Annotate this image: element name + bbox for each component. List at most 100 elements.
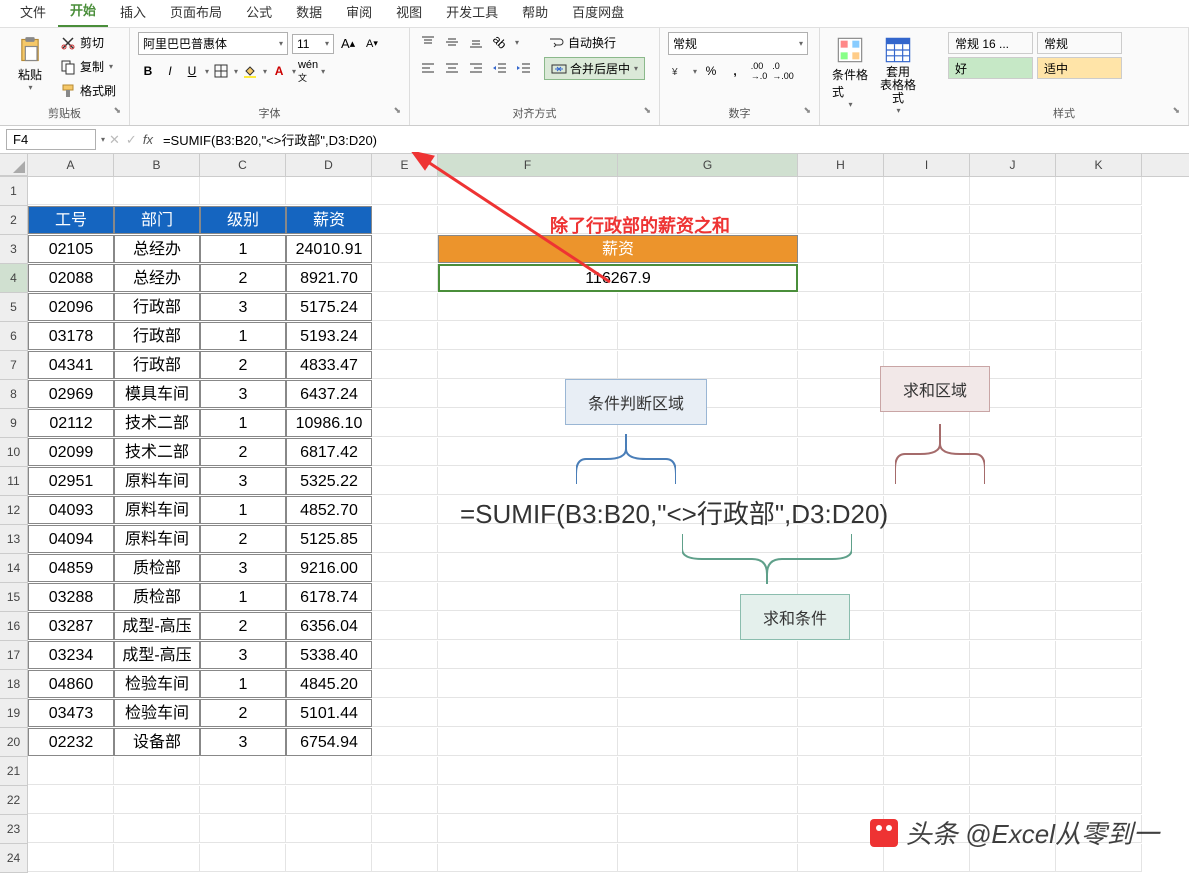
cell-C15[interactable]: 1 [200, 583, 286, 611]
cell-J17[interactable] [970, 641, 1056, 669]
cell-H2[interactable] [798, 206, 884, 234]
copy-button[interactable]: 复制▾ [56, 56, 120, 77]
cell-H9[interactable] [798, 409, 884, 437]
decrease-font-button[interactable]: A▾ [362, 34, 382, 54]
cell-C24[interactable] [200, 844, 286, 872]
menu-tab-0[interactable]: 文件 [8, 0, 58, 27]
cell-H7[interactable] [798, 351, 884, 379]
cell-B20[interactable]: 设备部 [114, 728, 200, 756]
row-header-21[interactable]: 21 [0, 757, 28, 786]
cell-C14[interactable]: 3 [200, 554, 286, 582]
cell-K22[interactable] [1056, 786, 1142, 814]
cell-C3[interactable]: 1 [200, 235, 286, 263]
cell-A12[interactable]: 04093 [28, 496, 114, 524]
cell-E12[interactable] [372, 496, 438, 524]
cell-D14[interactable]: 9216.00 [286, 554, 372, 582]
cell-F19[interactable] [438, 699, 618, 727]
row-header-7[interactable]: 7 [0, 351, 28, 380]
cell-C21[interactable] [200, 757, 286, 785]
cell-B13[interactable]: 原料车间 [114, 525, 200, 553]
cell-J2[interactable] [970, 206, 1056, 234]
cell-A20[interactable]: 02232 [28, 728, 114, 756]
cell-G18[interactable] [618, 670, 798, 698]
row-header-13[interactable]: 13 [0, 525, 28, 554]
row-header-16[interactable]: 16 [0, 612, 28, 641]
cell-A8[interactable]: 02969 [28, 380, 114, 408]
cell-E20[interactable] [372, 728, 438, 756]
cell-I3[interactable] [884, 235, 970, 263]
row-header-23[interactable]: 23 [0, 815, 28, 844]
cell-K7[interactable] [1056, 351, 1142, 379]
cell-D18[interactable]: 4845.20 [286, 670, 372, 698]
increase-decimal-button[interactable]: .00→.0 [749, 61, 769, 81]
cell-I1[interactable] [884, 177, 970, 205]
italic-button[interactable]: I [160, 61, 180, 81]
cell-K1[interactable] [1056, 177, 1142, 205]
cell-D6[interactable]: 5193.24 [286, 322, 372, 350]
cell-D20[interactable]: 6754.94 [286, 728, 372, 756]
cell-J13[interactable] [970, 525, 1056, 553]
cell-G22[interactable] [618, 786, 798, 814]
cell-I15[interactable] [884, 583, 970, 611]
col-header-G[interactable]: G [618, 154, 798, 176]
cell-I22[interactable] [884, 786, 970, 814]
cell-A5[interactable]: 02096 [28, 293, 114, 321]
cell-B22[interactable] [114, 786, 200, 814]
cell-D17[interactable]: 5338.40 [286, 641, 372, 669]
col-header-C[interactable]: C [200, 154, 286, 176]
conditional-format-button[interactable]: 条件格式▾ [828, 32, 872, 113]
increase-font-button[interactable]: A▴ [338, 34, 358, 54]
menu-tab-3[interactable]: 页面布局 [158, 0, 234, 27]
cell-J1[interactable] [970, 177, 1056, 205]
cell-G17[interactable] [618, 641, 798, 669]
cell-A17[interactable]: 03234 [28, 641, 114, 669]
cell-A6[interactable]: 03178 [28, 322, 114, 350]
cell-E15[interactable] [372, 583, 438, 611]
cell-E14[interactable] [372, 554, 438, 582]
cell-E18[interactable] [372, 670, 438, 698]
cell-C18[interactable]: 1 [200, 670, 286, 698]
cell-A22[interactable] [28, 786, 114, 814]
cell-D9[interactable]: 10986.10 [286, 409, 372, 437]
cell-B24[interactable] [114, 844, 200, 872]
row-header-24[interactable]: 24 [0, 844, 28, 873]
cell-C22[interactable] [200, 786, 286, 814]
cell-style-2[interactable]: 常规 [1037, 32, 1122, 54]
menu-tab-7[interactable]: 视图 [384, 0, 434, 27]
font-name-combo[interactable]: 阿里巴巴普惠体▾ [138, 32, 288, 55]
cell-A3[interactable]: 02105 [28, 235, 114, 263]
cell-D3[interactable]: 24010.91 [286, 235, 372, 263]
cell-G21[interactable] [618, 757, 798, 785]
cell-K21[interactable] [1056, 757, 1142, 785]
cell-H1[interactable] [798, 177, 884, 205]
cell-I17[interactable] [884, 641, 970, 669]
cell-J6[interactable] [970, 322, 1056, 350]
cell-D19[interactable]: 5101.44 [286, 699, 372, 727]
cell-K11[interactable] [1056, 467, 1142, 495]
cell-D1[interactable] [286, 177, 372, 205]
cell-A10[interactable]: 02099 [28, 438, 114, 466]
cell-F17[interactable] [438, 641, 618, 669]
cell-I21[interactable] [884, 757, 970, 785]
cell-style-4[interactable]: 适中 [1037, 57, 1122, 79]
cell-K3[interactable] [1056, 235, 1142, 263]
font-size-combo[interactable]: 11▾ [292, 34, 334, 54]
cell-J12[interactable] [970, 496, 1056, 524]
bold-button[interactable]: B [138, 61, 158, 81]
cell-J5[interactable] [970, 293, 1056, 321]
row-header-14[interactable]: 14 [0, 554, 28, 583]
cell-D12[interactable]: 4852.70 [286, 496, 372, 524]
cell-B5[interactable]: 行政部 [114, 293, 200, 321]
cell-D23[interactable] [286, 815, 372, 843]
merge-center-button[interactable]: 合并后居中▾ [544, 57, 645, 80]
cell-B8[interactable]: 模具车间 [114, 380, 200, 408]
cell-H11[interactable] [798, 467, 884, 495]
cell-I16[interactable] [884, 612, 970, 640]
cell-style-1[interactable]: 常规 16 ... [948, 32, 1033, 54]
cell-C5[interactable]: 3 [200, 293, 286, 321]
cell-C4[interactable]: 2 [200, 264, 286, 292]
cell-G1[interactable] [618, 177, 798, 205]
row-header-3[interactable]: 3 [0, 235, 28, 264]
format-painter-button[interactable]: 格式刷 [56, 80, 120, 101]
cell-A14[interactable]: 04859 [28, 554, 114, 582]
